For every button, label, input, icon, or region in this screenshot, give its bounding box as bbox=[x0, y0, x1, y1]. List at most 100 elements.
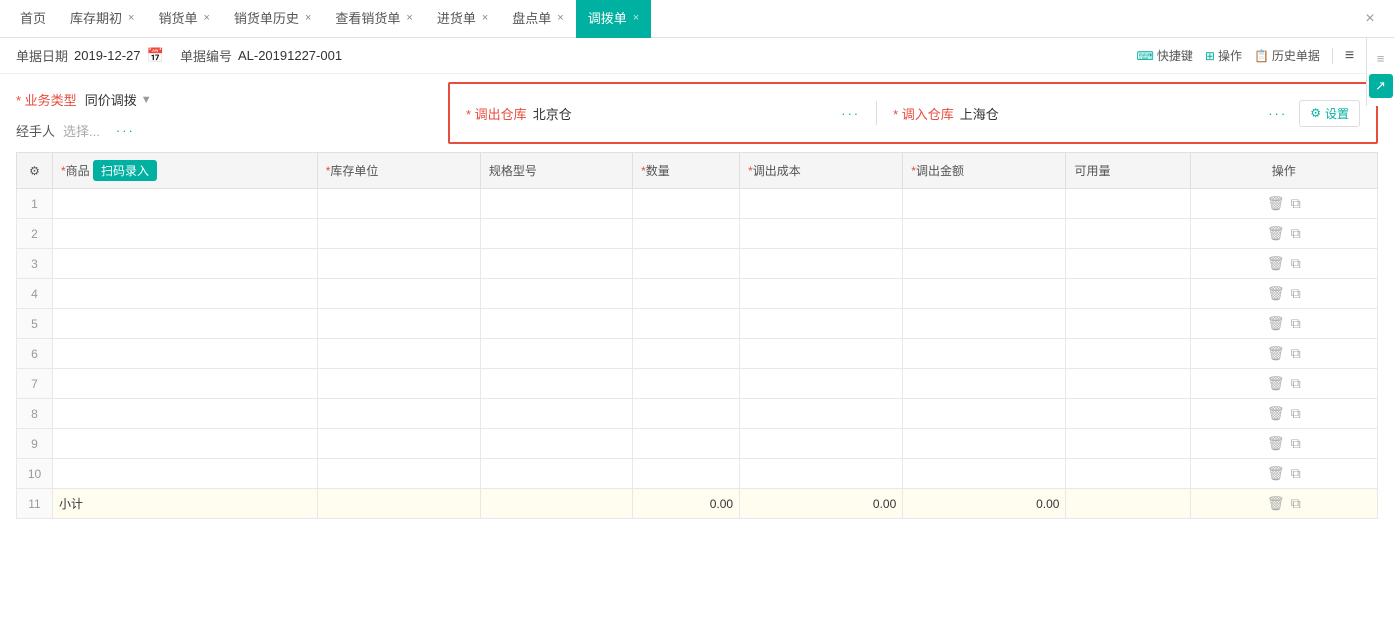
cell-product[interactable] bbox=[53, 339, 318, 369]
th-gear[interactable]: ⚙ bbox=[17, 153, 53, 189]
cell-available[interactable] bbox=[1066, 189, 1190, 219]
cell-quantity[interactable]: 0.00 bbox=[633, 489, 740, 519]
cell-available[interactable] bbox=[1066, 249, 1190, 279]
delete-row-icon[interactable]: 🗑 bbox=[1267, 345, 1285, 361]
cell-cost[interactable] bbox=[740, 249, 903, 279]
cell-available[interactable] bbox=[1066, 219, 1190, 249]
cell-amount[interactable] bbox=[903, 249, 1066, 279]
cell-quantity[interactable] bbox=[633, 309, 740, 339]
cell-spec[interactable] bbox=[480, 339, 632, 369]
cell-amount[interactable] bbox=[903, 459, 1066, 489]
cell-cost[interactable] bbox=[740, 219, 903, 249]
cell-cost[interactable]: 0.00 bbox=[740, 489, 903, 519]
tab-view-sales[interactable]: 查看销货单 × bbox=[323, 0, 424, 38]
cell-spec[interactable] bbox=[480, 309, 632, 339]
tab-inventory-open-close[interactable]: × bbox=[128, 12, 134, 24]
cell-quantity[interactable] bbox=[633, 399, 740, 429]
cell-unit[interactable] bbox=[317, 189, 480, 219]
tab-sales-order-close[interactable]: × bbox=[203, 12, 209, 24]
settings-button[interactable]: ⚙ 设置 bbox=[1299, 100, 1360, 127]
cell-available[interactable] bbox=[1066, 459, 1190, 489]
list-view-btn[interactable]: ≡ bbox=[1345, 47, 1354, 65]
delete-row-icon[interactable]: 🗑 bbox=[1267, 495, 1285, 511]
scan-button[interactable]: 扫码录入 bbox=[93, 160, 157, 181]
cell-available[interactable] bbox=[1066, 339, 1190, 369]
cell-amount[interactable] bbox=[903, 309, 1066, 339]
biz-type-select[interactable]: 同价调拨 ▼ bbox=[85, 90, 436, 109]
cell-product[interactable] bbox=[53, 429, 318, 459]
delete-row-icon[interactable]: 🗑 bbox=[1267, 465, 1285, 481]
cell-product[interactable] bbox=[53, 189, 318, 219]
cell-product[interactable] bbox=[53, 219, 318, 249]
cell-unit[interactable] bbox=[317, 339, 480, 369]
delete-row-icon[interactable]: 🗑 bbox=[1267, 225, 1285, 241]
cell-unit[interactable] bbox=[317, 309, 480, 339]
tab-purchase-order-close[interactable]: × bbox=[482, 12, 488, 24]
cell-cost[interactable] bbox=[740, 309, 903, 339]
cell-cost[interactable] bbox=[740, 369, 903, 399]
cell-available[interactable] bbox=[1066, 279, 1190, 309]
cell-unit[interactable] bbox=[317, 429, 480, 459]
cell-product[interactable] bbox=[53, 249, 318, 279]
cell-product[interactable]: 小计 bbox=[53, 489, 318, 519]
cell-unit[interactable] bbox=[317, 249, 480, 279]
copy-row-icon[interactable]: ⧉ bbox=[1291, 225, 1301, 241]
cell-spec[interactable] bbox=[480, 489, 632, 519]
tab-transfer-order[interactable]: 调拨单 × bbox=[576, 0, 651, 38]
warehouse-in-more-icon[interactable]: ··· bbox=[1268, 106, 1287, 121]
cell-spec[interactable] bbox=[480, 219, 632, 249]
cell-amount[interactable] bbox=[903, 429, 1066, 459]
cell-quantity[interactable] bbox=[633, 189, 740, 219]
operation-btn[interactable]: ⊞ 操作 bbox=[1205, 47, 1242, 64]
cell-amount[interactable] bbox=[903, 399, 1066, 429]
cell-cost[interactable] bbox=[740, 279, 903, 309]
tab-view-sales-close[interactable]: × bbox=[406, 12, 412, 24]
side-list-btn[interactable]: ≡ bbox=[1369, 46, 1393, 70]
cell-unit[interactable] bbox=[317, 489, 480, 519]
tab-inventory-check[interactable]: 盘点单 × bbox=[500, 0, 575, 38]
tab-sales-history-close[interactable]: × bbox=[305, 12, 311, 24]
cell-quantity[interactable] bbox=[633, 219, 740, 249]
cell-product[interactable] bbox=[53, 369, 318, 399]
cell-available[interactable] bbox=[1066, 429, 1190, 459]
delete-row-icon[interactable]: 🗑 bbox=[1267, 285, 1285, 301]
cell-product[interactable] bbox=[53, 399, 318, 429]
copy-row-icon[interactable]: ⧉ bbox=[1291, 345, 1301, 361]
cell-cost[interactable] bbox=[740, 399, 903, 429]
copy-row-icon[interactable]: ⧉ bbox=[1291, 435, 1301, 451]
cell-cost[interactable] bbox=[740, 339, 903, 369]
tab-inventory-check-close[interactable]: × bbox=[557, 12, 563, 24]
tab-purchase-order[interactable]: 进货单 × bbox=[425, 0, 500, 38]
calendar-icon[interactable]: 📅 bbox=[147, 47, 164, 64]
cell-cost[interactable] bbox=[740, 189, 903, 219]
copy-row-icon[interactable]: ⧉ bbox=[1291, 195, 1301, 211]
person-placeholder[interactable]: 选择... bbox=[63, 121, 100, 140]
cell-available[interactable] bbox=[1066, 309, 1190, 339]
cell-available[interactable] bbox=[1066, 369, 1190, 399]
tab-home[interactable]: 首页 bbox=[8, 0, 58, 38]
cell-spec[interactable] bbox=[480, 399, 632, 429]
copy-row-icon[interactable]: ⧉ bbox=[1291, 495, 1301, 511]
cell-amount[interactable] bbox=[903, 219, 1066, 249]
cell-unit[interactable] bbox=[317, 279, 480, 309]
cell-spec[interactable] bbox=[480, 429, 632, 459]
cell-product[interactable] bbox=[53, 309, 318, 339]
cell-unit[interactable] bbox=[317, 219, 480, 249]
copy-row-icon[interactable]: ⧉ bbox=[1291, 375, 1301, 391]
copy-row-icon[interactable]: ⧉ bbox=[1291, 315, 1301, 331]
delete-row-icon[interactable]: 🗑 bbox=[1267, 435, 1285, 451]
copy-row-icon[interactable]: ⧉ bbox=[1291, 285, 1301, 301]
copy-row-icon[interactable]: ⧉ bbox=[1291, 465, 1301, 481]
cell-spec[interactable] bbox=[480, 279, 632, 309]
warehouse-out-more-icon[interactable]: ··· bbox=[841, 106, 860, 121]
cell-cost[interactable] bbox=[740, 429, 903, 459]
delete-row-icon[interactable]: 🗑 bbox=[1267, 255, 1285, 271]
tab-sales-history[interactable]: 销货单历史 × bbox=[222, 0, 323, 38]
cell-product[interactable] bbox=[53, 459, 318, 489]
delete-row-icon[interactable]: 🗑 bbox=[1267, 375, 1285, 391]
tab-inventory-open[interactable]: 库存期初 × bbox=[58, 0, 146, 38]
delete-row-icon[interactable]: 🗑 bbox=[1267, 195, 1285, 211]
cell-amount[interactable]: 0.00 bbox=[903, 489, 1066, 519]
cell-unit[interactable] bbox=[317, 399, 480, 429]
shortcut-btn[interactable]: ⌨ 快捷键 bbox=[1137, 47, 1193, 64]
